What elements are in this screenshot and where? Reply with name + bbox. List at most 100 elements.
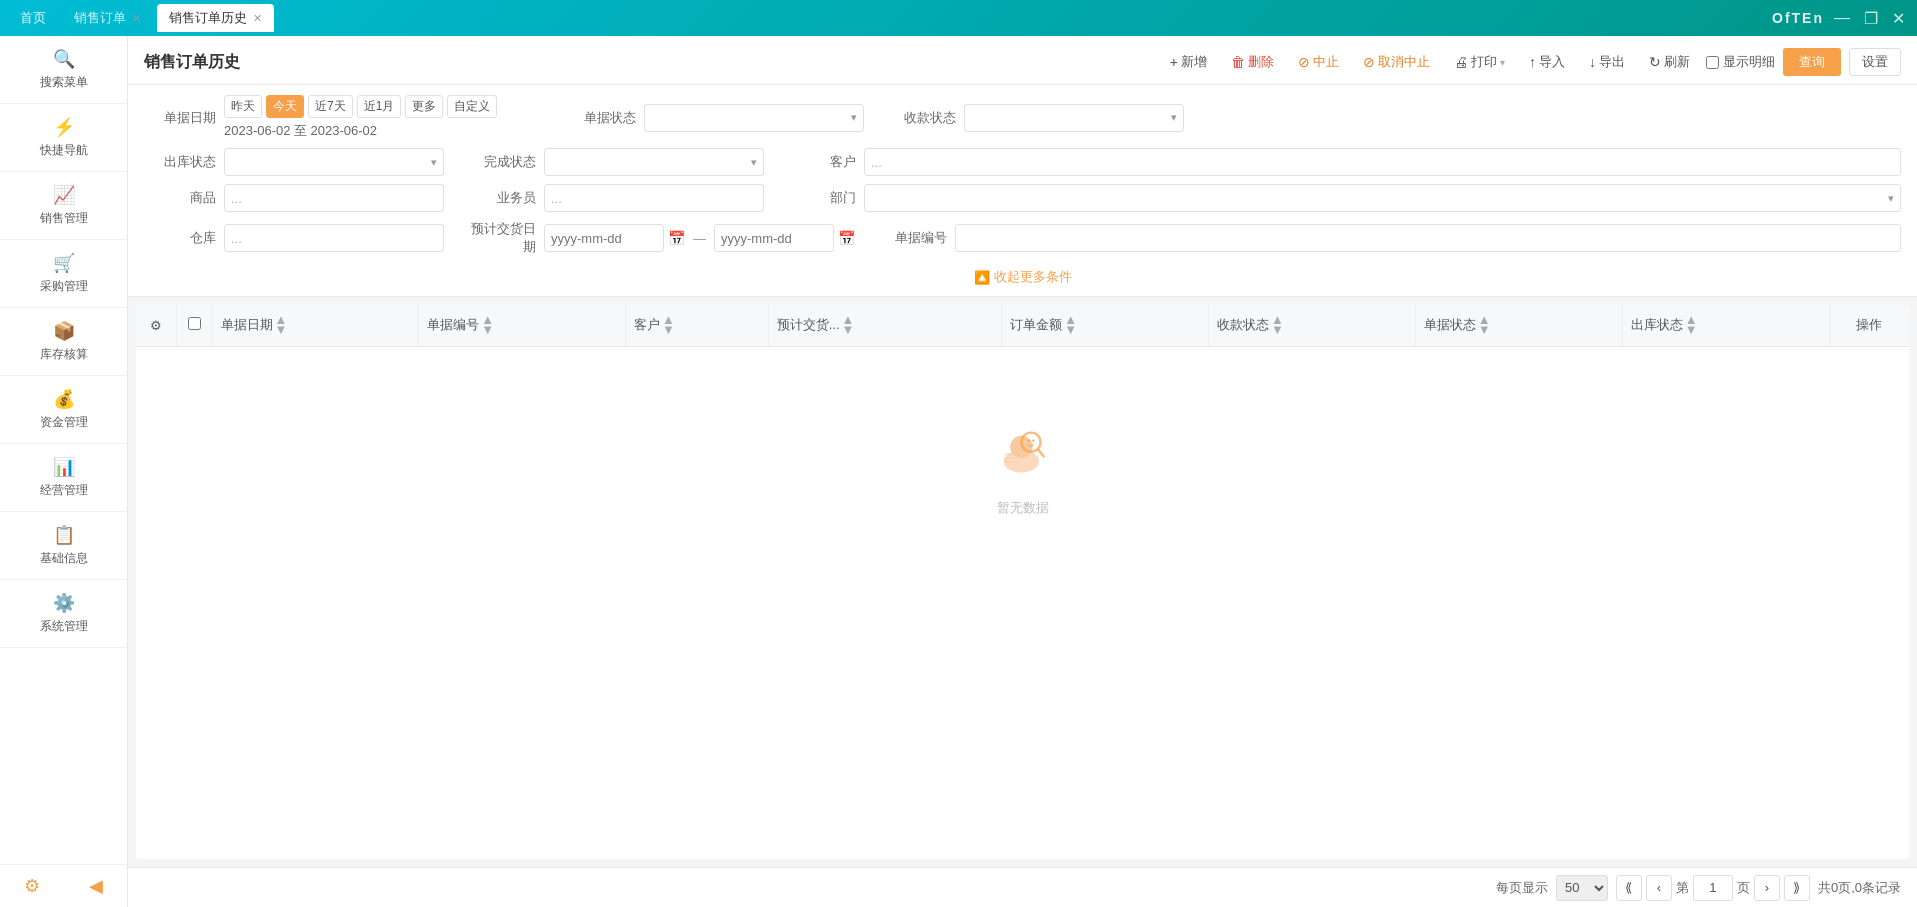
date-last1m-btn[interactable]: 近1月 xyxy=(357,95,402,118)
goods-dots: ... xyxy=(231,191,242,206)
col-delivery[interactable]: 预计交货... ▲▼ xyxy=(768,305,1002,346)
new-button[interactable]: + 新增 xyxy=(1162,49,1215,75)
tab-sales-order-close[interactable]: ✕ xyxy=(132,12,141,25)
tab-sales-order[interactable]: 销售订单 ✕ xyxy=(62,4,153,32)
date-yesterday-btn[interactable]: 昨天 xyxy=(224,95,262,118)
inventory-icon: 📦 xyxy=(53,320,75,342)
table-settings-icon[interactable]: ⚙ xyxy=(150,318,162,333)
show-detail-checkbox-label[interactable]: 显示明细 xyxy=(1706,53,1775,71)
show-detail-label: 显示明细 xyxy=(1723,53,1775,71)
sidebar-item-purchase[interactable]: 🛒 采购管理 xyxy=(0,240,127,308)
toolbar: + 新增 🗑 删除 ⊘ 中止 ⊘ 取消中止 🖨 打印 xyxy=(1162,48,1901,76)
order-no-input[interactable] xyxy=(955,224,1901,252)
sidebar-item-sales[interactable]: 📈 销售管理 xyxy=(0,172,127,240)
sidebar-item-sales-label: 销售管理 xyxy=(40,210,88,227)
goods-select[interactable]: ... xyxy=(224,184,444,212)
col-order-status[interactable]: 单据状态 ▲▼ xyxy=(1415,305,1622,346)
col-date[interactable]: 单据日期 ▲▼ xyxy=(212,305,419,346)
warehouse-select[interactable]: ... xyxy=(224,224,444,252)
stop-icon: ⊘ xyxy=(1298,54,1310,70)
amount-sort-arrows: ▲▼ xyxy=(1064,315,1077,336)
out-status-sort-arrows: ▲▼ xyxy=(1685,315,1698,336)
table-settings-col[interactable]: ⚙ xyxy=(136,305,176,346)
col-operations: 操作 xyxy=(1829,305,1909,346)
date-more-btn[interactable]: 更多 xyxy=(405,95,443,118)
date-last7-btn[interactable]: 近7天 xyxy=(308,95,353,118)
date-from-text: 2023-06-02 xyxy=(224,123,291,138)
prev-page-button[interactable]: ‹ xyxy=(1646,875,1672,901)
sidebar-item-search-menu-label: 搜索菜单 xyxy=(40,74,88,91)
import-button[interactable]: ↑ 导入 xyxy=(1521,49,1573,75)
per-page-select[interactable]: 50 20 100 200 xyxy=(1556,875,1608,901)
tab-sales-order-history-label: 销售订单历史 xyxy=(169,9,247,27)
collapse-row[interactable]: 🔼 收起更多条件 xyxy=(144,264,1901,286)
window-restore-icon[interactable]: ❐ xyxy=(1860,7,1882,30)
dept-select[interactable]: ▾ xyxy=(864,184,1901,212)
sidebar-item-quick-nav[interactable]: ⚡ 快捷导航 xyxy=(0,104,127,172)
content-area: 销售订单历史 + 新增 🗑 删除 ⊘ 中止 ⊘ 取消中止 xyxy=(128,36,1917,907)
sidebar-settings-icon[interactable]: ⚙ xyxy=(24,875,40,897)
print-button[interactable]: 🖨 打印 ▾ xyxy=(1446,49,1513,75)
refresh-button[interactable]: ↻ 刷新 xyxy=(1641,49,1698,75)
print-dropdown-icon[interactable]: ▾ xyxy=(1500,57,1505,68)
delivery-to-calendar-icon[interactable]: 📅 xyxy=(838,230,855,246)
collapse-arrow-icon: 🔼 xyxy=(974,270,990,285)
date-custom-btn[interactable]: 自定义 xyxy=(447,95,497,118)
sidebar-item-operations[interactable]: 📊 经营管理 xyxy=(0,444,127,512)
window-minimize-icon[interactable]: — xyxy=(1830,7,1854,29)
delete-button[interactable]: 🗑 删除 xyxy=(1223,49,1282,75)
sidebar-item-finance[interactable]: 💰 资金管理 xyxy=(0,376,127,444)
delivery-to-input[interactable] xyxy=(714,224,834,252)
cancel-stop-label: 取消中止 xyxy=(1378,53,1430,71)
show-detail-checkbox[interactable] xyxy=(1706,56,1719,69)
order-status-label: 单据状态 xyxy=(564,109,644,127)
query-button[interactable]: 查询 xyxy=(1783,48,1841,76)
delete-label: 删除 xyxy=(1248,53,1274,71)
last-page-button[interactable]: ⟫ xyxy=(1784,875,1810,901)
cancel-stop-button[interactable]: ⊘ 取消中止 xyxy=(1355,49,1438,75)
print-icon: 🖨 xyxy=(1454,54,1468,70)
complete-status-select[interactable]: ▾ xyxy=(544,148,764,176)
sidebar-item-system[interactable]: ⚙️ 系统管理 xyxy=(0,580,127,648)
sidebar-item-inventory[interactable]: 📦 库存核算 xyxy=(0,308,127,376)
sidebar-item-search-menu[interactable]: 🔍 搜索菜单 xyxy=(0,36,127,104)
first-page-button[interactable]: ⟪ xyxy=(1616,875,1642,901)
page-number-input[interactable] xyxy=(1693,875,1733,901)
tab-sales-order-history-close[interactable]: ✕ xyxy=(253,12,262,25)
select-all-checkbox[interactable] xyxy=(188,317,201,330)
salesperson-select[interactable]: ... xyxy=(544,184,764,212)
sidebar-item-basic-info[interactable]: 📋 基础信息 xyxy=(0,512,127,580)
next-page-button[interactable]: › xyxy=(1754,875,1780,901)
sidebar-collapse-icon[interactable]: ◀ xyxy=(89,875,103,897)
stop-button[interactable]: ⊘ 中止 xyxy=(1290,49,1347,75)
filter-row-4: 仓库 ... 预计交货日期 📅 — 📅 单据编号 xyxy=(144,220,1901,256)
export-button[interactable]: ↓ 导出 xyxy=(1581,49,1633,75)
delivery-from-calendar-icon[interactable]: 📅 xyxy=(668,230,685,246)
delivery-from-input[interactable] xyxy=(544,224,664,252)
tab-sales-order-history[interactable]: 销售订单历史 ✕ xyxy=(157,4,274,32)
date-label: 单据日期 xyxy=(144,109,224,127)
tab-home[interactable]: 首页 xyxy=(8,4,58,32)
basic-info-icon: 📋 xyxy=(53,524,75,546)
svg-rect-8 xyxy=(1003,461,1016,463)
col-number[interactable]: 单据编号 ▲▼ xyxy=(419,305,626,346)
col-payment-status[interactable]: 收款状态 ▲▼ xyxy=(1209,305,1416,346)
date-today-btn[interactable]: 今天 xyxy=(266,95,304,118)
settings-button[interactable]: 设置 xyxy=(1849,48,1901,76)
window-close-icon[interactable]: ✕ xyxy=(1888,7,1909,30)
payment-status-select[interactable]: ▾ xyxy=(964,104,1184,132)
out-status-select[interactable]: ▾ xyxy=(224,148,444,176)
delivery-sort-arrows: ▲▼ xyxy=(842,315,855,336)
col-customer[interactable]: 客户 ▲▼ xyxy=(626,305,769,346)
total-text: 共0页,0条记录 xyxy=(1818,879,1901,897)
col-out-status[interactable]: 出库状态 ▲▼ xyxy=(1622,305,1829,346)
warehouse-label: 仓库 xyxy=(144,229,224,247)
svg-point-5 xyxy=(1032,439,1034,441)
first-page-icon: ⟪ xyxy=(1625,880,1632,895)
filter-row-1: 单据日期 昨天 今天 近7天 近1月 更多 自定义 2023-06-02 至 2… xyxy=(144,95,1901,140)
order-status-select[interactable]: ▾ xyxy=(644,104,864,132)
filter-area: 单据日期 昨天 今天 近7天 近1月 更多 自定义 2023-06-02 至 2… xyxy=(128,85,1917,297)
table-container: ⚙ 单据日期 ▲▼ 单据编号 xyxy=(136,305,1909,859)
col-amount[interactable]: 订单金额 ▲▼ xyxy=(1002,305,1209,346)
customer-select[interactable]: ... xyxy=(864,148,1901,176)
